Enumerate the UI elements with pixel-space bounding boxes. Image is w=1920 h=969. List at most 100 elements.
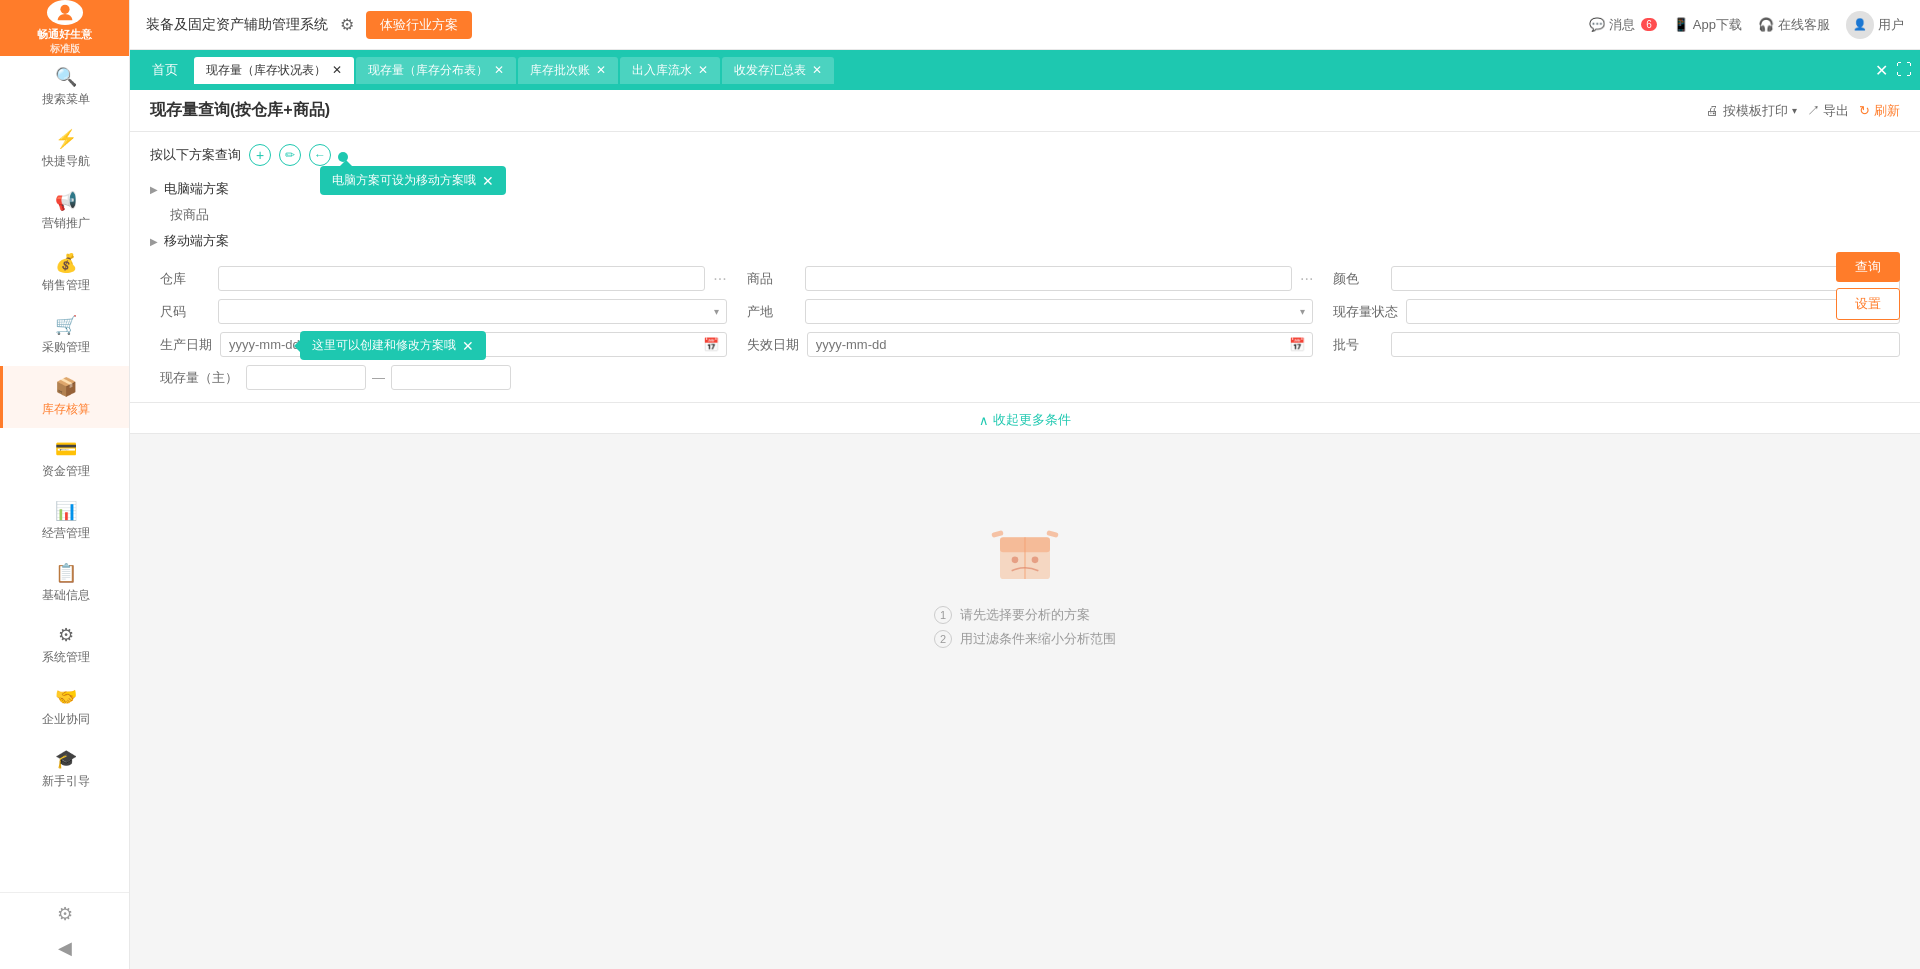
- stock-main-from[interactable]: [246, 365, 366, 390]
- tab-inventory-status[interactable]: 现存量（库存状况表） ✕: [194, 57, 354, 84]
- stock-status-label: 现存量状态: [1333, 303, 1398, 321]
- page-title: 现存量查询(按仓库+商品): [150, 100, 330, 121]
- sidebar-item-finance[interactable]: 💳 资金管理: [0, 428, 129, 490]
- sidebar-label-management: 经营管理: [42, 525, 90, 542]
- support-icon: 🎧: [1758, 17, 1774, 32]
- goods-label: 商品: [747, 270, 797, 288]
- tab-label-summary: 收发存汇总表: [734, 62, 806, 79]
- filter-expire-date: 失效日期 📅: [747, 332, 1314, 357]
- color-select-wrap: ▾: [1391, 266, 1900, 291]
- sidebar-item-search[interactable]: 🔍 搜索菜单: [0, 56, 129, 118]
- industry-btn[interactable]: 体验行业方案: [366, 11, 472, 39]
- tab-close-all-icon[interactable]: ✕: [1875, 61, 1888, 80]
- add-scheme-btn[interactable]: +: [249, 144, 271, 166]
- scheme-mobile-label: 移动端方案: [164, 232, 229, 250]
- tab-close-inventory-status[interactable]: ✕: [332, 64, 342, 76]
- stock-status-select[interactable]: [1406, 299, 1900, 324]
- refresh-btn[interactable]: ↻ 刷新: [1859, 102, 1900, 120]
- system-icon: ⚙: [58, 624, 74, 646]
- tab-close-batch[interactable]: ✕: [596, 64, 606, 76]
- empty-state: 1 请先选择要分析的方案 2 用过滤条件来缩小分析范围: [130, 434, 1920, 728]
- size-select[interactable]: [218, 299, 727, 324]
- message-item[interactable]: 💬 消息 6: [1589, 16, 1657, 34]
- sidebar-item-marketing[interactable]: 📢 营销推广: [0, 180, 129, 242]
- reset-btn[interactable]: 设置: [1836, 288, 1900, 320]
- produce-date-calendar-icon[interactable]: 📅: [703, 337, 719, 352]
- batch-input[interactable]: [1391, 332, 1900, 357]
- step-2-num: 2: [934, 630, 952, 648]
- edit-scheme-btn[interactable]: ✏: [279, 144, 301, 166]
- tab-close-flow[interactable]: ✕: [698, 64, 708, 76]
- print-btn[interactable]: 🖨 按模板打印 ▾: [1706, 102, 1797, 120]
- batch-label: 批号: [1333, 336, 1383, 354]
- purchase-icon: 🛒: [55, 314, 77, 336]
- sidebar-item-collab[interactable]: 🤝 企业协同: [0, 676, 129, 738]
- settings-icon[interactable]: ⚙: [340, 15, 354, 34]
- tab-label-flow: 出入库流水: [632, 62, 692, 79]
- step-1-num: 1: [934, 606, 952, 624]
- print-dropdown-icon: ▾: [1792, 105, 1797, 116]
- scheme-item-goods[interactable]: 按商品: [150, 202, 1900, 228]
- expire-date-input[interactable]: [807, 332, 1314, 357]
- tooltip2-close[interactable]: ✕: [462, 338, 474, 354]
- expire-date-calendar-icon[interactable]: 📅: [1289, 337, 1305, 352]
- filter-warehouse: 仓库 ···: [160, 266, 727, 291]
- tab-close-summary[interactable]: ✕: [812, 64, 822, 76]
- sidebar: 畅通好生意 标准版 🔍 搜索菜单 ⚡ 快捷导航 📢 营销推广 💰 销售管理 🛒 …: [0, 0, 130, 969]
- app-logo: 畅通好生意 标准版: [0, 0, 129, 56]
- goods-input[interactable]: [805, 266, 1292, 291]
- sidebar-item-system[interactable]: ⚙ 系统管理: [0, 614, 129, 676]
- collapse-bar[interactable]: ∧ 收起更多条件: [130, 403, 1920, 433]
- tab-batch[interactable]: 库存批次账 ✕: [518, 57, 618, 84]
- collapse-sidebar-icon[interactable]: ◀: [58, 937, 72, 959]
- warehouse-more-icon[interactable]: ···: [713, 270, 726, 288]
- export-btn[interactable]: ↗ 导出: [1807, 102, 1850, 120]
- stock-main-range: —: [246, 365, 1900, 390]
- arrow-scheme-btn[interactable]: ←: [309, 144, 331, 166]
- sidebar-item-management[interactable]: 📊 经营管理: [0, 490, 129, 552]
- tab-maximize-icon[interactable]: ⛶: [1896, 61, 1912, 79]
- svg-point-5: [1032, 557, 1039, 564]
- message-badge: 6: [1641, 18, 1657, 31]
- sidebar-item-purchase[interactable]: 🛒 采购管理: [0, 304, 129, 366]
- warehouse-input[interactable]: [218, 266, 705, 291]
- settings-footer-icon[interactable]: ⚙: [57, 903, 73, 925]
- stock-main-label: 现存量（主）: [160, 369, 238, 387]
- tab-close-inventory-dist[interactable]: ✕: [494, 64, 504, 76]
- sidebar-item-sales[interactable]: 💰 销售管理: [0, 242, 129, 304]
- step-1-text: 请先选择要分析的方案: [960, 606, 1090, 624]
- empty-step-1: 1 请先选择要分析的方案: [934, 606, 1116, 624]
- sidebar-item-guide[interactable]: 🎓 新手引导: [0, 738, 129, 800]
- app-download-item[interactable]: 📱 App下载: [1673, 16, 1742, 34]
- filter-row-2: 尺码 ▾ 产地: [160, 299, 1900, 324]
- color-select[interactable]: [1391, 266, 1900, 291]
- tooltip1-close[interactable]: ✕: [482, 173, 494, 189]
- filter-stock-status: 现存量状态 ▾: [1333, 299, 1900, 324]
- sidebar-menu: 🔍 搜索菜单 ⚡ 快捷导航 📢 营销推广 💰 销售管理 🛒 采购管理 📦 库存核…: [0, 56, 129, 892]
- tab-home[interactable]: 首页: [138, 55, 192, 85]
- refresh-label: 刷新: [1874, 103, 1900, 118]
- online-support-item[interactable]: 🎧 在线客服: [1758, 16, 1830, 34]
- size-select-wrap: ▾: [218, 299, 727, 324]
- search-btn[interactable]: 查询: [1836, 252, 1900, 282]
- tab-flow[interactable]: 出入库流水 ✕: [620, 57, 720, 84]
- sidebar-item-inventory[interactable]: 📦 库存核算: [0, 366, 129, 428]
- scheme-item-mobile[interactable]: ▶ 移动端方案: [150, 228, 1900, 254]
- user-item[interactable]: 👤 用户: [1846, 11, 1904, 39]
- tab-summary[interactable]: 收发存汇总表 ✕: [722, 57, 834, 84]
- sidebar-item-nav[interactable]: ⚡ 快捷导航: [0, 118, 129, 180]
- filter-header: 按以下方案查询 + ✏ ← 电脑方案可设为移动方案哦 ✕: [150, 144, 1900, 166]
- step-2-text: 用过滤条件来缩小分析范围: [960, 630, 1116, 648]
- basic-icon: 📋: [55, 562, 77, 584]
- system-title: 装备及固定资产辅助管理系统: [146, 16, 328, 34]
- logo-icon: [47, 0, 83, 25]
- origin-select[interactable]: [805, 299, 1314, 324]
- stock-main-to[interactable]: [391, 365, 511, 390]
- sidebar-item-basic[interactable]: 📋 基础信息: [0, 552, 129, 614]
- search-icon: 🔍: [55, 66, 77, 88]
- tab-inventory-dist[interactable]: 现存量（库存分布表） ✕: [356, 57, 516, 84]
- goods-more-icon[interactable]: ···: [1300, 270, 1313, 288]
- app-download-label: App下载: [1693, 16, 1742, 34]
- filter-origin: 产地 ▾: [747, 299, 1314, 324]
- svg-point-4: [1012, 557, 1019, 564]
